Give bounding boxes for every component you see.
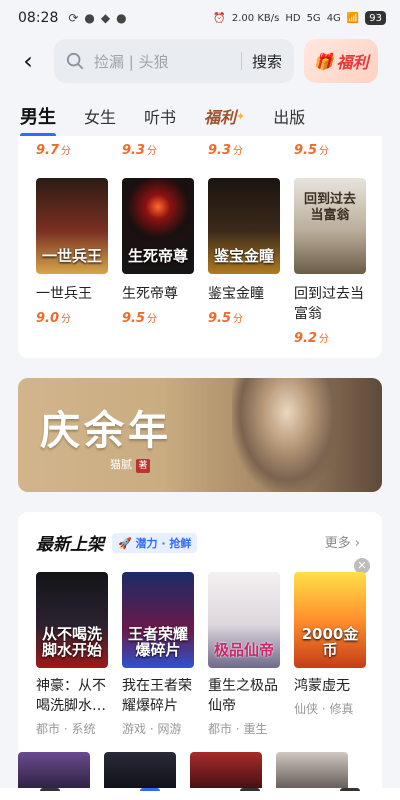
qq-icon: ● [84, 11, 95, 25]
book-score: 9.7 分 [36, 143, 72, 158]
book-item[interactable]: 回到过去当富翁 回到过去当富翁 9.2 分 [294, 178, 380, 346]
book-tags: 游戏 · 网游 [122, 722, 182, 736]
battery-level: 93 [365, 11, 386, 25]
recommend-card: 9.7 分 9.3 分 9.3 分 9.5 分 一世兵王 一世兵王 9.0 分 生死帝尊 … [18, 136, 382, 358]
promo-banner[interactable]: 庆余年 猫腻著 [18, 378, 382, 492]
book-title[interactable]: 我在王者荣耀爆碎片 [122, 676, 198, 716]
book-title[interactable]: 重生之极品仙帝 [208, 676, 284, 716]
book-row: 从不喝洗脚水开始 神豪：从不喝洗脚水… 都市 · 系统 王者荣耀爆碎片 我在王者… [36, 572, 380, 737]
book-cover[interactable]: 鉴宝金瞳 [208, 178, 280, 274]
status-bar: 08:28 ⟳ ● ◆ ● ⏰ 2.00 KB/s HD 5G 4G 📶 93 [0, 0, 400, 36]
book-tags: 仙侠 · 修真 [294, 702, 354, 716]
book-score: 9.5 分 [208, 311, 244, 326]
sync-icon: ⟳ [68, 11, 79, 25]
taobao-icon: ◆ [100, 11, 111, 25]
book-cover[interactable] [104, 752, 176, 792]
search-input[interactable]: 捡漏 | 头狼 [94, 51, 231, 72]
tab-welfare-label: 福利 [204, 108, 237, 127]
tab-female[interactable]: 女生 [84, 98, 116, 134]
search-bar[interactable]: 捡漏 | 头狼 搜索 [54, 39, 294, 83]
tab-male[interactable]: 男生 [20, 98, 56, 138]
back-button[interactable]: ‹ [16, 47, 40, 75]
book-title[interactable]: 一世兵王 [36, 284, 112, 304]
book-item[interactable]: 从不喝洗脚水开始 神豪：从不喝洗脚水… 都市 · 系统 [36, 572, 122, 737]
star-icon: ✦ [236, 109, 246, 123]
next-row-peek [18, 752, 362, 792]
search-icon [66, 52, 84, 70]
book-cover[interactable]: 极品仙帝 [208, 572, 280, 668]
book-cover[interactable]: 回到过去当富翁 [294, 178, 366, 274]
banner-title: 庆余年 [40, 407, 172, 454]
bookstore-icon[interactable] [140, 788, 160, 800]
book-title[interactable]: 回到过去当富翁 [294, 284, 370, 324]
category-icon[interactable] [240, 788, 260, 800]
book-score: 9.3 分 [208, 143, 244, 158]
book-item[interactable]: 鉴宝金瞳 鉴宝金瞳 9.5 分 [208, 178, 294, 346]
more-link[interactable]: 更多 › [325, 532, 360, 551]
banner-author: 猫腻著 [110, 456, 150, 473]
system-indicators: ⏰ 2.00 KB/s HD 5G 4G 📶 93 [213, 11, 386, 25]
tab-publish[interactable]: 出版 [273, 98, 305, 134]
book-score: 9.3 分 [122, 143, 158, 158]
book-item[interactable]: 极品仙帝 重生之极品仙帝 都市 · 重生 [208, 572, 294, 737]
book-score: 9.0 分 [36, 311, 72, 326]
book-title[interactable]: 鸿蒙虚无 [294, 676, 370, 696]
category-tabs: 男生 女生 听书 福利 ✦ 出版 [0, 96, 400, 138]
book-tags: 都市 · 重生 [208, 722, 268, 736]
4g-label: 4G [326, 12, 341, 24]
book-score: 9.5 分 [122, 311, 158, 326]
book-tags: 都市 · 系统 [36, 722, 96, 736]
bottom-navigation [0, 788, 400, 800]
net-speed: 2.00 KB/s [231, 12, 280, 24]
profile-icon[interactable] [340, 788, 360, 800]
book-cover[interactable] [18, 752, 90, 792]
book-cover[interactable]: 一世兵王 [36, 178, 108, 274]
book-cover[interactable] [190, 752, 262, 792]
book-score: 9.2 分 [294, 331, 330, 346]
alarm-icon: ⏰ [213, 12, 226, 24]
divider [240, 52, 242, 70]
book-title[interactable]: 鉴宝金瞳 [208, 284, 284, 304]
header: ‹ 捡漏 | 头狼 搜索 🎁 福利 [0, 36, 400, 86]
book-item[interactable]: 王者荣耀爆碎片 我在王者荣耀爆碎片 游戏 · 网游 [122, 572, 208, 737]
book-cover[interactable]: 2000金币 [294, 572, 366, 668]
book-title[interactable]: 神豪：从不喝洗脚水… [36, 676, 112, 716]
tab-audiobook[interactable]: 听书 [144, 98, 176, 134]
seal-badge: 著 [136, 459, 150, 473]
wechat-icon: ● [116, 11, 127, 25]
section-badge: 🚀 潜力 · 抢鲜 [112, 532, 198, 553]
book-cover[interactable]: 从不喝洗脚水开始 [36, 572, 108, 668]
tab-welfare[interactable]: 福利 ✦ [204, 98, 245, 134]
book-row: 一世兵王 一世兵王 9.0 分 生死帝尊 生死帝尊 9.5 分 鉴宝金瞳 鉴宝金瞳 … [36, 178, 380, 346]
book-cover[interactable]: 王者荣耀爆碎片 [122, 572, 194, 668]
clock: 08:28 [18, 10, 59, 26]
book-cover[interactable] [276, 752, 348, 792]
book-item[interactable]: 2000金币 鸿蒙虚无 仙侠 · 修真 [294, 572, 380, 737]
section-title: 最新上架 [36, 535, 104, 555]
book-item[interactable]: 一世兵王 一世兵王 9.0 分 [36, 178, 122, 346]
book-item[interactable]: 生死帝尊 生死帝尊 9.5 分 [122, 178, 208, 346]
welfare-label: 福利 [336, 53, 369, 72]
book-cover[interactable]: 生死帝尊 [122, 178, 194, 274]
gift-icon: 🎁 [313, 51, 334, 71]
hd-label: HD [285, 12, 301, 24]
banner-figure [232, 378, 342, 492]
book-score: 9.5 分 [294, 143, 330, 158]
top-score-row: 9.7 分 9.3 分 9.3 分 9.5 分 [36, 142, 380, 158]
5g-label: 5G [306, 12, 321, 24]
bookshelf-icon[interactable] [40, 788, 60, 800]
book-title[interactable]: 生死帝尊 [122, 284, 198, 304]
section-header: 最新上架 🚀 潜力 · 抢鲜 [36, 530, 198, 555]
welfare-button[interactable]: 🎁 福利 [304, 39, 378, 83]
wifi-icon: 📶 [346, 12, 360, 24]
notification-icons: ⟳ ● ◆ ● [68, 11, 126, 25]
search-button[interactable]: 搜索 [252, 51, 282, 72]
